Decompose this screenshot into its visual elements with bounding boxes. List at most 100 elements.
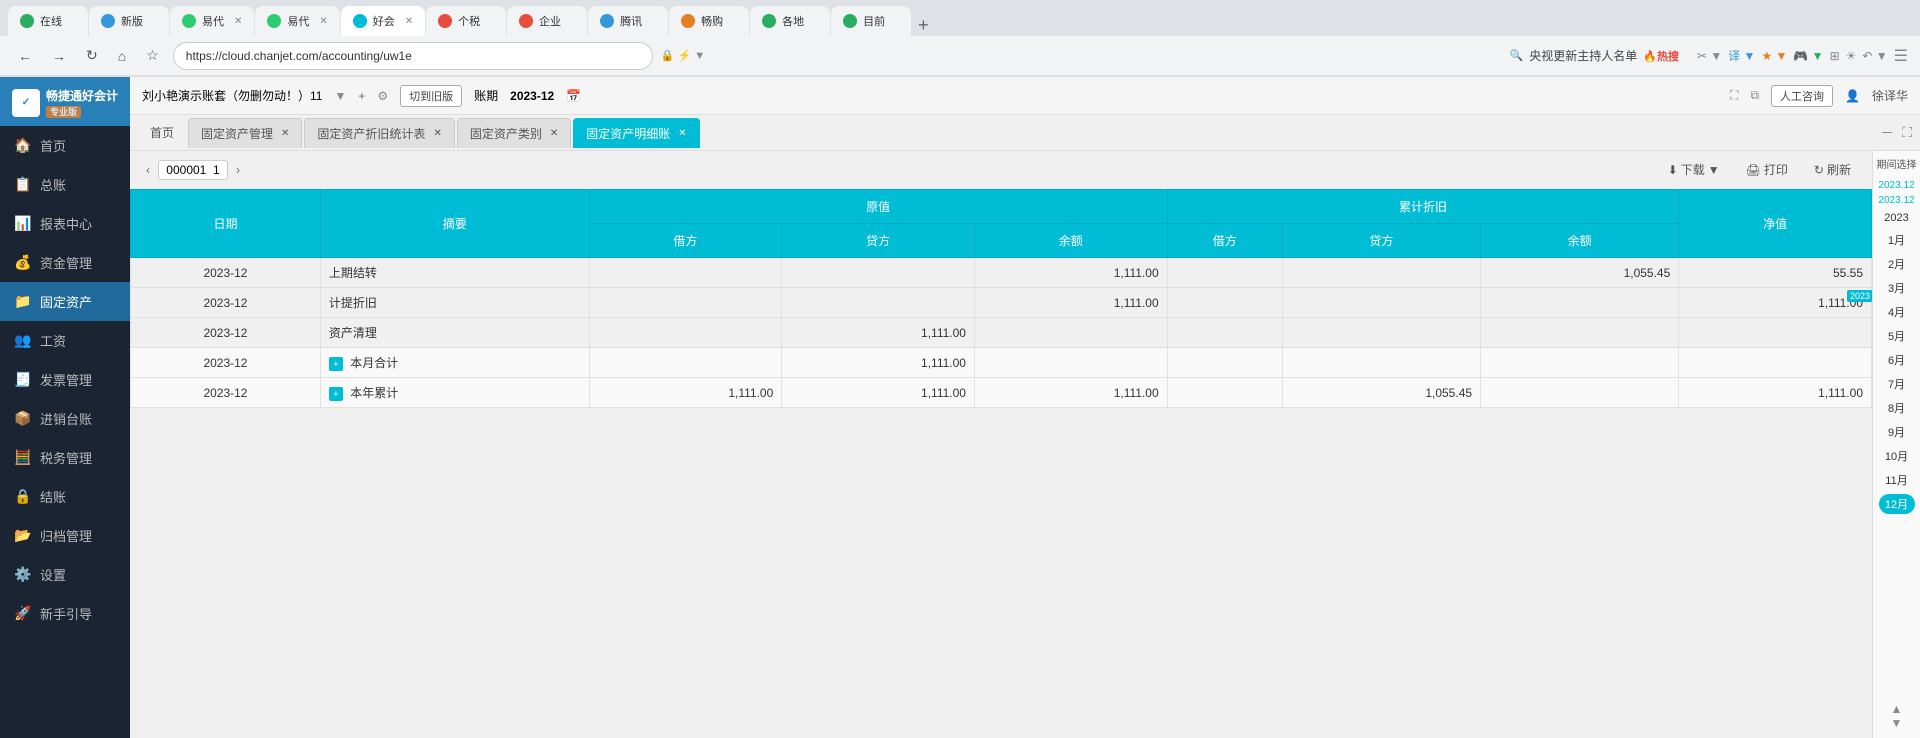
fullscreen-icon[interactable]: ⛶ bbox=[1730, 88, 1738, 103]
ledger-icon: 📋 bbox=[14, 176, 32, 193]
period-item-7[interactable]: 7月 bbox=[1875, 374, 1918, 394]
calendar-icon[interactable]: 📅 bbox=[566, 89, 581, 103]
refresh-button[interactable]: ↻ 刷新 bbox=[1805, 157, 1860, 182]
resize-icon[interactable]: ⧉ bbox=[1750, 88, 1759, 103]
app-header: 刘小艳演示账套（勿删勿动！）11 ▼ + ⚙ 切到旧版 账期 2023-12 📅… bbox=[130, 77, 1920, 115]
period-item-11[interactable]: 11月 bbox=[1875, 470, 1918, 490]
page-input[interactable] bbox=[158, 160, 228, 180]
browser-tab-yidai1[interactable]: 易代 ✕ bbox=[170, 6, 254, 36]
tab-assets-mgmt-close-icon[interactable]: ✕ bbox=[281, 128, 289, 139]
browser-tab-new[interactable]: 新版 bbox=[89, 6, 169, 36]
sidebar-item-closing[interactable]: 🔒 结账 bbox=[0, 477, 130, 516]
address-input[interactable] bbox=[173, 42, 653, 70]
home-button[interactable]: ⌂ bbox=[112, 44, 132, 68]
tab-assets-detail-close-icon[interactable]: ✕ bbox=[678, 128, 686, 139]
dropdown-icon[interactable]: ▼ bbox=[334, 89, 346, 103]
tab-assets-detail[interactable]: 固定资产明细账 ✕ bbox=[573, 118, 699, 148]
sidebar-item-archive[interactable]: 📂 归档管理 bbox=[0, 516, 130, 555]
tab-minimize-icon[interactable]: － bbox=[1880, 123, 1894, 143]
tab-assets-cat[interactable]: 固定资产类别 ✕ bbox=[457, 118, 571, 148]
tab-close-icon[interactable]: ✕ bbox=[405, 16, 413, 27]
browser-tab-geshui[interactable]: 个税 bbox=[426, 6, 506, 36]
period-item-5[interactable]: 5月 bbox=[1875, 326, 1918, 346]
browser-tab-qiye[interactable]: 企业 bbox=[507, 6, 587, 36]
forward-button[interactable]: → bbox=[46, 44, 72, 68]
add-account-button[interactable]: + bbox=[358, 89, 365, 103]
tab-home[interactable]: 首页 bbox=[138, 118, 186, 147]
tab-assets-mgmt-label: 固定资产管理 bbox=[201, 125, 273, 142]
tab-favicon bbox=[762, 14, 776, 28]
period-item-9[interactable]: 9月 bbox=[1875, 422, 1918, 442]
period-item-6[interactable]: 6月 bbox=[1875, 350, 1918, 370]
tab-expand-icon[interactable]: ⛶ bbox=[1902, 124, 1912, 141]
period-item-date2[interactable]: 2023.12 bbox=[1878, 195, 1914, 206]
cell-summary-5: + 本年累计 bbox=[320, 378, 589, 408]
browser-tab-online[interactable]: 在线 bbox=[8, 6, 88, 36]
content-area: ‹ › ⬇ 下载 ▼ 🖨 打印 bbox=[130, 151, 1920, 738]
new-tab-button[interactable]: + bbox=[912, 15, 935, 36]
logo-sub-text: 专业版 bbox=[46, 106, 81, 118]
period-item-10[interactable]: 10月 bbox=[1875, 446, 1918, 466]
browser-tab-gedi[interactable]: 各地 bbox=[750, 6, 830, 36]
reload-button[interactable]: ↻ bbox=[80, 43, 104, 68]
switch-version-button[interactable]: 切到旧版 bbox=[400, 85, 462, 107]
sidebar-item-settings[interactable]: ⚙️ 设置 bbox=[0, 555, 130, 594]
tab-assets-depre[interactable]: 固定资产折旧统计表 ✕ bbox=[304, 118, 454, 148]
service-button[interactable]: 人工咨询 bbox=[1771, 85, 1833, 107]
tab-close-icon[interactable]: ✕ bbox=[234, 16, 242, 27]
cell-net-value-4 bbox=[1679, 348, 1872, 378]
back-button[interactable]: ← bbox=[12, 44, 38, 68]
menu-icon[interactable]: ☰ bbox=[1894, 46, 1908, 66]
cell-orig-credit-3: 1,111.00 bbox=[782, 318, 975, 348]
settings-btn[interactable]: ⚙ bbox=[377, 89, 388, 103]
sidebar-item-stock[interactable]: 📦 进销台账 bbox=[0, 399, 130, 438]
period-item-year[interactable]: 2023 bbox=[1880, 210, 1912, 226]
col-orig-balance: 余额 bbox=[974, 224, 1167, 258]
tab-assets-cat-close-icon[interactable]: ✕ bbox=[550, 128, 558, 139]
period-item-1[interactable]: 1月 bbox=[1875, 230, 1918, 250]
period-item-2[interactable]: 2月 bbox=[1875, 254, 1918, 274]
period-item-4[interactable]: 4月 bbox=[1875, 302, 1918, 322]
period-item-3[interactable]: 3月 bbox=[1875, 278, 1918, 298]
download-button[interactable]: ⬇ 下载 ▼ bbox=[1659, 157, 1729, 182]
sidebar-item-reports[interactable]: 📊 报表中心 bbox=[0, 204, 130, 243]
cell-orig-credit-5: 1,111.00 bbox=[782, 378, 975, 408]
scroll-down-icon[interactable]: ▼ bbox=[1891, 716, 1903, 730]
next-page-button[interactable]: › bbox=[232, 161, 244, 179]
hot-search-label[interactable]: 🔥热搜 bbox=[1643, 48, 1679, 64]
cell-accum-debit-5 bbox=[1167, 378, 1282, 408]
tab-title: 企业 bbox=[539, 13, 575, 29]
sidebar-item-ledger[interactable]: 📋 总账 bbox=[0, 165, 130, 204]
sidebar-item-stock-label: 进销台账 bbox=[40, 409, 92, 428]
print-button[interactable]: 🖨 打印 bbox=[1737, 157, 1797, 182]
print-label: 打印 bbox=[1764, 161, 1788, 178]
year-badge: 2023 bbox=[1847, 290, 1872, 302]
tab-close-icon[interactable]: ✕ bbox=[319, 16, 327, 27]
table-row: 2023-12 上期结转 1,111.00 1,055.45 55.55 bbox=[131, 258, 1872, 288]
sidebar-item-payroll[interactable]: 👥 工资 bbox=[0, 321, 130, 360]
sidebar-item-assets[interactable]: 📁 固定资产 bbox=[0, 282, 130, 321]
browser-tab-haokuai[interactable]: 好会 ✕ bbox=[341, 6, 425, 36]
browser-tab-yidai2[interactable]: 易代 ✕ bbox=[255, 6, 339, 36]
browser-tab-muqian[interactable]: 目前 bbox=[831, 6, 911, 36]
sidebar-item-tax[interactable]: 🧮 税务管理 bbox=[0, 438, 130, 477]
cell-net-value-5: 1,111.00 bbox=[1679, 378, 1872, 408]
scroll-up-icon[interactable]: ▲ bbox=[1891, 702, 1903, 716]
sidebar-item-guide[interactable]: 🚀 新手引导 bbox=[0, 594, 130, 633]
period-item-8[interactable]: 8月 bbox=[1875, 398, 1918, 418]
period-item-12[interactable]: 12月 bbox=[1879, 494, 1915, 514]
search-text: 央视更新主持人名单 bbox=[1529, 47, 1637, 64]
sidebar-item-home[interactable]: 🏠 首页 bbox=[0, 126, 130, 165]
refresh-icon: ↻ bbox=[1814, 163, 1824, 177]
browser-tab-tencent[interactable]: 腾讯 bbox=[588, 6, 668, 36]
tab-assets-mgmt[interactable]: 固定资产管理 ✕ bbox=[188, 118, 302, 148]
cell-orig-debit-4 bbox=[589, 348, 782, 378]
browser-tab-chang[interactable]: 畅购 bbox=[669, 6, 749, 36]
tab-assets-depre-close-icon[interactable]: ✕ bbox=[433, 128, 441, 139]
cell-summary-2: 计提折旧 bbox=[320, 288, 589, 318]
sidebar-item-invoice[interactable]: 🧾 发票管理 bbox=[0, 360, 130, 399]
prev-page-button[interactable]: ‹ bbox=[142, 161, 154, 179]
period-item-date1[interactable]: 2023.12 bbox=[1878, 180, 1914, 191]
bookmark-button[interactable]: ☆ bbox=[140, 43, 165, 68]
sidebar-item-funds[interactable]: 💰 资金管理 bbox=[0, 243, 130, 282]
